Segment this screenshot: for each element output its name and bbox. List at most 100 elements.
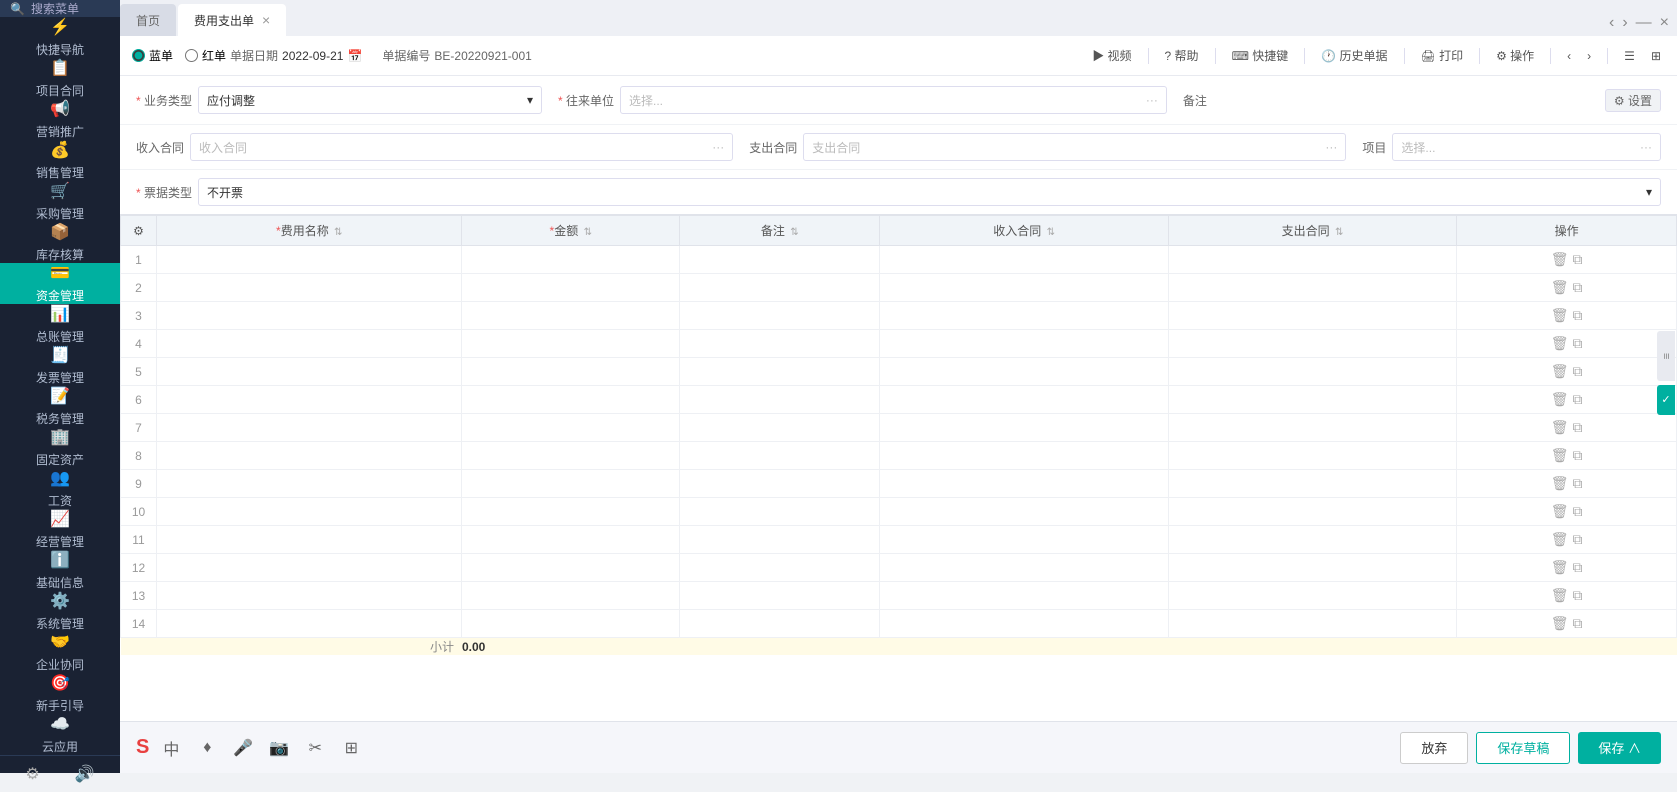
income-contract-cell[interactable] [880,386,1168,414]
delete-row-button[interactable]: 🗑 [1551,391,1569,408]
save-button[interactable]: 保存 ∧ [1578,732,1661,764]
remark-cell[interactable] [680,302,880,330]
sidebar-item-system[interactable]: ⚙️ 系统管理 [0,591,120,632]
expense-name-cell[interactable] [157,386,462,414]
remark-cell[interactable] [680,330,880,358]
float-btn-2[interactable]: ✓ [1657,385,1675,415]
icon-grid[interactable]: ⊞ [337,734,365,762]
delete-row-button[interactable]: 🗑 [1551,251,1569,268]
sidebar-item-cloud[interactable]: ☁️ 云应用 [0,714,120,755]
expense-name-cell[interactable] [157,414,462,442]
print-btn[interactable]: 🖨 打印 [1417,45,1468,66]
remark-cell[interactable] [680,358,880,386]
delete-row-button[interactable]: 🗑 [1551,363,1569,380]
sidebar-item-sales[interactable]: 💰 销售管理 [0,140,120,181]
remark-cell[interactable] [680,274,880,302]
icon-cut[interactable]: ✂ [301,734,329,762]
sidebar-item-payroll[interactable]: 👥 工资 [0,468,120,509]
delete-row-button[interactable]: 🗑 [1551,335,1569,352]
copy-row-button[interactable]: ⧉ [1572,419,1582,436]
amount-cell[interactable] [462,498,680,526]
settings-label[interactable]: ⚙ 设置 [1605,89,1661,112]
tab-close-button[interactable]: × [262,13,270,27]
delete-row-button[interactable]: 🗑 [1551,307,1569,324]
expense-name-cell[interactable] [157,274,462,302]
copy-row-button[interactable]: ⧉ [1572,587,1582,604]
remark-cell[interactable] [680,526,880,554]
sidebar-item-quick-nav[interactable]: ⚡ 快捷导航 [0,17,120,58]
copy-row-button[interactable]: ⧉ [1572,531,1582,548]
invoice-type-select[interactable]: 不开票 ▾ [198,178,1661,206]
save-draft-button[interactable]: 保存草稿 [1476,732,1570,764]
delete-row-button[interactable]: 🗑 [1551,419,1569,436]
expense-contract-cell[interactable] [1168,414,1456,442]
expense-name-cell[interactable] [157,442,462,470]
nav-next-btn[interactable]: › [1583,47,1595,65]
income-contract-cell[interactable] [880,470,1168,498]
amount-cell[interactable] [462,386,680,414]
grid-view-btn[interactable]: ⊞ [1647,47,1665,65]
expense-contract-cell[interactable] [1168,330,1456,358]
amount-cell[interactable] [462,358,680,386]
radio-blue-input[interactable] [132,49,145,62]
amount-cell[interactable] [462,274,680,302]
copy-row-button[interactable]: ⧉ [1572,363,1582,380]
tab-expense-bill[interactable]: 费用支出单 × [178,4,286,36]
sidebar-item-fixed-assets[interactable]: 🏢 固定资产 [0,427,120,468]
remark-cell[interactable] [680,386,880,414]
remark-cell[interactable] [680,610,880,638]
delete-row-button[interactable]: 🗑 [1551,559,1569,576]
amount-cell[interactable] [462,330,680,358]
icon-mic[interactable]: 🎤 [229,734,257,762]
list-view-btn[interactable]: ☰ [1620,47,1639,65]
expense-name-cell[interactable] [157,610,462,638]
delete-row-button[interactable]: 🗑 [1551,531,1569,548]
delete-row-button[interactable]: 🗑 [1551,279,1569,296]
remark-cell[interactable] [680,554,880,582]
remark-cell[interactable] [680,470,880,498]
icon-zhong[interactable]: 中 [157,734,185,762]
counterpart-select[interactable]: 选择... ··· [620,86,1167,114]
date-value[interactable]: 2022-09-21 [282,49,343,63]
expense-name-cell[interactable] [157,330,462,358]
delete-row-button[interactable]: 🗑 [1551,475,1569,492]
income-contract-cell[interactable] [880,610,1168,638]
sidebar-item-business[interactable]: 📈 经营管理 [0,509,120,550]
sidebar-settings-icon[interactable]: ⚙ [25,764,39,784]
income-contract-cell[interactable] [880,330,1168,358]
minimize-icon[interactable]: — [1636,14,1652,32]
expense-name-cell[interactable] [157,582,462,610]
income-contract-cell[interactable] [880,442,1168,470]
copy-row-button[interactable]: ⧉ [1572,251,1582,268]
expense-name-cell[interactable] [157,526,462,554]
expense-contract-cell[interactable] [1168,358,1456,386]
copy-row-button[interactable]: ⧉ [1572,279,1582,296]
expense-contract-cell[interactable] [1168,442,1456,470]
shortcut-btn[interactable]: ⌨ 快捷键 [1228,45,1293,66]
amount-cell[interactable] [462,582,680,610]
radio-red[interactable]: 红单 [185,47,226,64]
sidebar-item-invoice[interactable]: 🧾 发票管理 [0,345,120,386]
income-contract-select[interactable]: 收入合同 ··· [190,133,733,161]
sidebar-item-project-contract[interactable]: 📋 项目合同 [0,58,120,99]
business-type-select[interactable]: 应付调整 ▾ [198,86,542,114]
expense-name-cell[interactable] [157,554,462,582]
amount-cell[interactable] [462,610,680,638]
amount-cell[interactable] [462,302,680,330]
tab-home[interactable]: 首页 [120,4,176,36]
delete-row-button[interactable]: 🗑 [1551,447,1569,464]
expense-name-cell[interactable] [157,246,462,274]
income-contract-cell[interactable] [880,498,1168,526]
calendar-icon[interactable]: 📅 [347,49,362,63]
copy-row-button[interactable]: ⧉ [1572,559,1582,576]
nav-prev-btn[interactable]: ‹ [1563,47,1575,65]
history-btn[interactable]: 🕐 历史单据 [1317,45,1391,66]
income-contract-cell[interactable] [880,302,1168,330]
amount-cell[interactable] [462,442,680,470]
income-contract-cell[interactable] [880,414,1168,442]
icon-camera[interactable]: 📷 [265,734,293,762]
copy-row-button[interactable]: ⧉ [1572,307,1582,324]
expense-name-cell[interactable] [157,302,462,330]
sidebar-item-purchase[interactable]: 🛒 采购管理 [0,181,120,222]
amount-cell[interactable] [462,554,680,582]
